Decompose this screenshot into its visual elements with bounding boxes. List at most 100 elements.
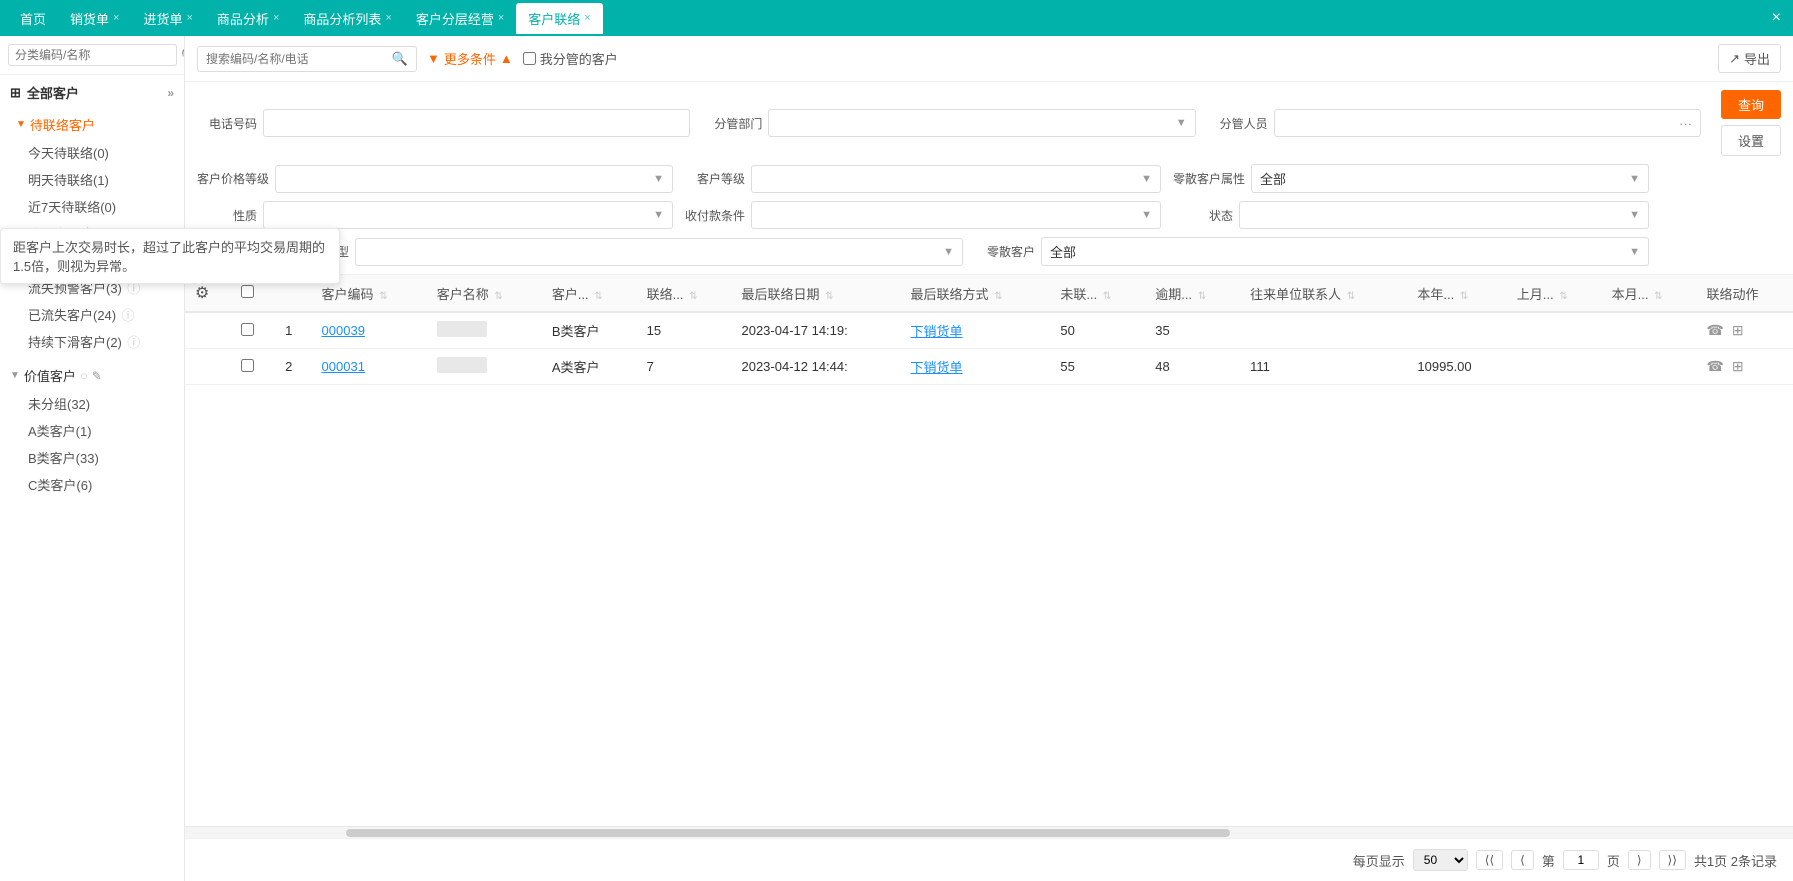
row2-phone-icon[interactable]: ☎ [1706, 358, 1723, 375]
row2-code-link[interactable]: 000031 [322, 359, 365, 374]
row2-grid-icon[interactable]: ⊞ [1732, 358, 1744, 375]
prev-page-button[interactable]: ⟨ [1511, 850, 1534, 870]
row2-last-method[interactable]: 下销货单 [900, 349, 1050, 385]
horizontal-scrollbar[interactable] [185, 826, 1793, 838]
filter-payment-terms-select[interactable]: ▼ [751, 201, 1161, 229]
close-sales-tab-icon[interactable]: × [113, 12, 119, 24]
col-un-contact[interactable]: 未联... ⇅ [1050, 275, 1145, 312]
col-this-month[interactable]: 本月... ⇅ [1602, 275, 1697, 312]
filter-nature-select[interactable]: ▼ [263, 201, 673, 229]
close-customer-contact-tab-icon[interactable]: × [584, 12, 590, 24]
set-button[interactable]: 设置 [1721, 125, 1781, 156]
sidebar-item-c-class[interactable]: C类客户(6) [0, 471, 184, 498]
nav-tab-sales[interactable]: 销货单 × [58, 3, 131, 34]
select-all-checkbox[interactable] [241, 285, 254, 298]
nav-tab-product-list[interactable]: 商品分析列表 × [291, 3, 403, 34]
query-button[interactable]: 查询 [1721, 90, 1781, 119]
row2-type: A类客户 [542, 349, 637, 385]
filter-scattered-attr-select[interactable]: 全部▼ [1251, 164, 1649, 193]
col-last-method[interactable]: 最后联络方式 ⇅ [900, 275, 1050, 312]
row2-select-checkbox[interactable] [241, 359, 254, 372]
col-last-date[interactable]: 最后联络日期 ⇅ [731, 275, 900, 312]
col-contact[interactable]: 联络... ⇅ [637, 275, 732, 312]
sidebar-item-tomorrow[interactable]: 明天待联络(1) [0, 166, 184, 193]
col-overdue[interactable]: 逾期... ⇅ [1145, 275, 1240, 312]
row1-code-link[interactable]: 000039 [322, 323, 365, 338]
edit-icon[interactable]: ✎ [92, 369, 102, 383]
sidebar-value-section[interactable]: ▼ 价值客户 ○ ✎ [0, 361, 184, 390]
sidebar-item-7days[interactable]: 近7天待联络(0) [0, 193, 184, 220]
row1-phone-icon[interactable]: ☎ [1706, 322, 1723, 339]
filter-customer-level-select[interactable]: ▼ [751, 165, 1161, 193]
row1-action: ☎ ⊞ [1696, 312, 1793, 349]
page-number-input[interactable] [1563, 850, 1599, 870]
sidebar-all-customers[interactable]: ⊞ 全部客户 » [0, 75, 184, 110]
nav-tab-home[interactable]: 首页 [8, 3, 58, 34]
row2-name[interactable] [427, 349, 542, 385]
filter-row-3: 性质 ▼ 收付款条件 ▼ 状态 ▼ [197, 201, 1781, 229]
filter-department-select[interactable]: ▼ [768, 109, 1195, 137]
more-conditions-button[interactable]: ▼ 更多条件 ▲ [427, 49, 513, 68]
close-product-analysis-tab-icon[interactable]: × [273, 12, 279, 24]
nav-tab-customer-contact[interactable]: 客户联络 × [516, 3, 602, 34]
arrow-down-icon: ▼ [16, 119, 26, 130]
filter-scattered-customer-select[interactable]: 全部▼ [1041, 237, 1649, 266]
col-this-year[interactable]: 本年... ⇅ [1407, 275, 1506, 312]
scrollbar-thumb[interactable] [346, 829, 1230, 837]
sidebar-item-ungroups[interactable]: 未分组(32) [0, 390, 184, 417]
chevron-up-icon: ▲ [500, 51, 513, 66]
nav-tab-product-analysis[interactable]: 商品分析 × [205, 3, 291, 34]
row1-select-checkbox[interactable] [241, 323, 254, 336]
main-search-input[interactable] [206, 52, 386, 66]
row2-code[interactable]: 000031 [312, 349, 427, 385]
main-layout: 🔍 ⊞ 全部客户 » ▼ 待联络客户 今天待联络(0) 明天待联络(1) 近7天… [0, 36, 1793, 881]
row2-partner: 111 [1240, 349, 1407, 385]
sidebar-item-declining[interactable]: 持续下滑客户(2) ⓘ [0, 328, 184, 355]
sidebar-collapse-icon[interactable]: » [167, 86, 174, 100]
first-page-button[interactable]: ⟨⟨ [1476, 850, 1503, 870]
col-type[interactable]: 客户... ⇅ [542, 275, 637, 312]
tooltip-box: 距客户上次交易时长，超过了此客户的平均交易周期的1.5倍，则视为异常。 [0, 228, 185, 284]
settings-icon[interactable]: ⚙ [195, 285, 209, 302]
filter-phone-input[interactable] [263, 109, 690, 137]
filter-price-level-label: 客户价格等级 [197, 170, 269, 187]
row1-grid-icon[interactable]: ⊞ [1732, 322, 1744, 339]
sidebar-search-input[interactable] [8, 44, 177, 66]
col-name[interactable]: 客户名称 ⇅ [427, 275, 542, 312]
col-last-month[interactable]: 上月... ⇅ [1507, 275, 1602, 312]
close-purchase-tab-icon[interactable]: × [186, 12, 192, 24]
filter-manager-select[interactable]: ··· [1274, 109, 1701, 137]
row1-name[interactable] [427, 312, 542, 349]
close-product-list-tab-icon[interactable]: × [385, 12, 391, 24]
sidebar-pending-section[interactable]: ▼ 待联络客户 [0, 110, 184, 139]
close-all-tabs-button[interactable]: × [1772, 9, 1781, 27]
row1-last-method[interactable]: 下销货单 [900, 312, 1050, 349]
pagination: 每页显示 50 100 200 ⟨⟨ ⟨ 第 页 ⟩ ⟩⟩ 共1页 2条记录 [185, 838, 1793, 881]
sidebar-item-churned[interactable]: 已流失客户(24) ⓘ [0, 301, 184, 328]
next-page-button[interactable]: ⟩ [1628, 850, 1651, 870]
per-page-select[interactable]: 50 100 200 [1413, 849, 1468, 871]
sidebar-item-today[interactable]: 今天待联络(0) [0, 139, 184, 166]
filter-price-level-select[interactable]: ▼ [275, 165, 673, 193]
nav-tab-purchase[interactable]: 进货单 × [131, 3, 204, 34]
sort-lastmonth-icon: ⇅ [1559, 291, 1567, 302]
export-button[interactable]: ↗ 导出 [1718, 44, 1781, 73]
filter-status-select[interactable]: ▼ [1239, 201, 1649, 229]
filter-icon: ▼ [427, 51, 440, 66]
nav-tab-customer-segment[interactable]: 客户分层经营 × [404, 3, 516, 34]
last-page-button[interactable]: ⟩⟩ [1659, 850, 1686, 870]
main-search-icon[interactable]: 🔍 [392, 51, 408, 67]
sidebar-item-b-class[interactable]: B类客户(33) [0, 444, 184, 471]
sidebar-item-a-class[interactable]: A类客户(1) [0, 417, 184, 444]
my-customer-checkbox[interactable] [523, 52, 536, 65]
row2-method-link[interactable]: 下销货单 [910, 360, 962, 375]
row1-code[interactable]: 000039 [312, 312, 427, 349]
col-partner-contact[interactable]: 往来单位联系人 ⇅ [1240, 275, 1407, 312]
chevron-down-icon-scattered: ▼ [1629, 173, 1640, 185]
row1-action-icons: ☎ ⊞ [1706, 322, 1783, 339]
col-action: 联络动作 [1696, 275, 1793, 312]
filter-customer-type-select[interactable]: ▼ [355, 238, 963, 266]
row1-method-link[interactable]: 下销货单 [910, 324, 962, 339]
close-customer-segment-tab-icon[interactable]: × [498, 12, 504, 24]
content-area: 🔍 ▼ 更多条件 ▲ 我分管的客户 ↗ 导出 电话号码 [185, 36, 1793, 881]
